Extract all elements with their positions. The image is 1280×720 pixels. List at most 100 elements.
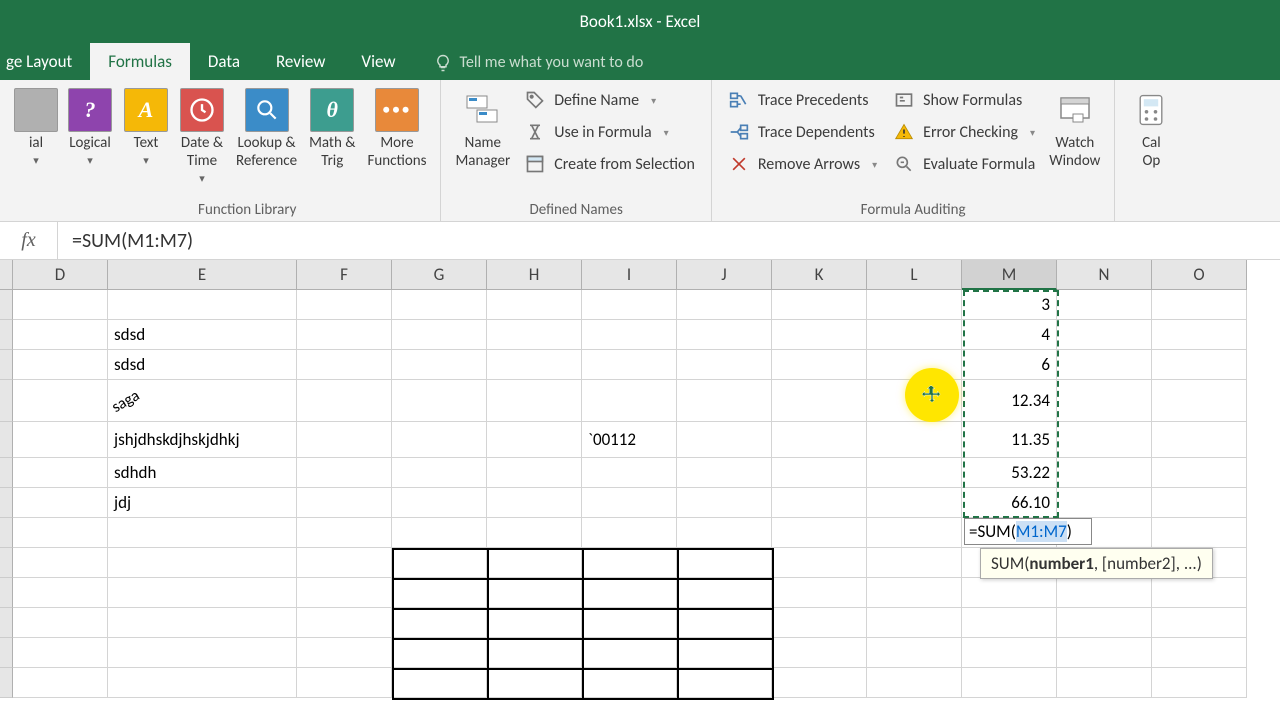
cell[interactable] <box>1057 422 1152 458</box>
cell[interactable] <box>297 548 392 578</box>
cell[interactable] <box>772 290 867 320</box>
cell[interactable] <box>677 380 772 422</box>
bordered-cell-range[interactable] <box>392 548 774 700</box>
text-button[interactable]: A Text ▾ <box>120 86 172 169</box>
cell[interactable] <box>772 350 867 380</box>
cell[interactable] <box>13 290 108 320</box>
cell[interactable] <box>1152 290 1247 320</box>
cell[interactable] <box>1152 350 1247 380</box>
calculation-options-button[interactable]: Cal Op <box>1125 86 1177 172</box>
cell[interactable] <box>297 488 392 518</box>
trace-precedents-button[interactable]: Trace Precedents <box>722 86 883 114</box>
cell[interactable] <box>677 422 772 458</box>
cell-I5[interactable]: `00112 <box>582 422 677 458</box>
lookup-reference-button[interactable]: Lookup & Reference <box>232 86 301 172</box>
cell[interactable] <box>487 518 582 548</box>
cell[interactable] <box>108 290 297 320</box>
cell[interactable] <box>1057 320 1152 350</box>
cell[interactable] <box>962 578 1057 608</box>
cell[interactable] <box>392 320 487 350</box>
cell-M2[interactable]: 4 <box>962 320 1057 350</box>
cell[interactable] <box>867 422 962 458</box>
col-header-M[interactable]: M <box>962 260 1057 290</box>
cell[interactable] <box>772 578 867 608</box>
cell[interactable] <box>13 422 108 458</box>
cell[interactable] <box>772 608 867 638</box>
cell[interactable] <box>108 608 297 638</box>
cell[interactable] <box>297 380 392 422</box>
remove-arrows-button[interactable]: Remove Arrows ▾ <box>722 150 883 178</box>
cell-E2[interactable]: sdsd <box>108 320 297 350</box>
cell[interactable] <box>867 668 962 698</box>
cell[interactable] <box>392 518 487 548</box>
formula-input[interactable] <box>58 222 1280 259</box>
cell[interactable] <box>772 320 867 350</box>
cell[interactable] <box>13 320 108 350</box>
cell[interactable] <box>867 290 962 320</box>
cell[interactable] <box>13 638 108 668</box>
cell[interactable] <box>867 488 962 518</box>
cell[interactable] <box>1152 320 1247 350</box>
cell[interactable] <box>13 488 108 518</box>
cell[interactable] <box>487 290 582 320</box>
cell[interactable] <box>867 320 962 350</box>
col-header-F[interactable]: F <box>297 260 392 290</box>
spreadsheet-grid[interactable]: D E F G H I J K L M N O 3 sdsd <box>0 260 1280 720</box>
col-header-G[interactable]: G <box>392 260 487 290</box>
cell-M5[interactable]: 11.35 <box>962 422 1057 458</box>
define-name-button[interactable]: Define Name ▾ <box>518 86 701 114</box>
cell[interactable] <box>962 638 1057 668</box>
cell[interactable] <box>1057 350 1152 380</box>
name-manager-button[interactable]: Name Manager <box>451 86 514 172</box>
cell[interactable] <box>1152 380 1247 422</box>
cell[interactable] <box>13 548 108 578</box>
cell[interactable] <box>582 320 677 350</box>
cell[interactable] <box>1152 518 1247 548</box>
cell[interactable] <box>582 488 677 518</box>
col-header-H[interactable]: H <box>487 260 582 290</box>
cell[interactable] <box>677 350 772 380</box>
cell[interactable] <box>1057 638 1152 668</box>
cell[interactable] <box>582 290 677 320</box>
cell[interactable] <box>392 488 487 518</box>
cell[interactable] <box>867 578 962 608</box>
cell-E3[interactable]: sdsd <box>108 350 297 380</box>
cell[interactable] <box>392 290 487 320</box>
tab-formulas[interactable]: Formulas <box>90 43 190 80</box>
cell[interactable] <box>297 350 392 380</box>
cell[interactable] <box>772 668 867 698</box>
cell[interactable] <box>677 458 772 488</box>
cell[interactable] <box>867 518 962 548</box>
cell[interactable] <box>487 320 582 350</box>
cell[interactable] <box>1057 668 1152 698</box>
math-trig-button[interactable]: θ Math & Trig <box>305 86 359 172</box>
col-header-O[interactable]: O <box>1152 260 1247 290</box>
logical-button[interactable]: ? Logical ▾ <box>64 86 116 169</box>
cell-E5[interactable]: jshjdhskdjhskjdhkj <box>108 422 297 458</box>
cell[interactable] <box>13 380 108 422</box>
cell[interactable] <box>297 458 392 488</box>
cell[interactable] <box>772 380 867 422</box>
cell[interactable] <box>297 668 392 698</box>
cell-M4[interactable]: 12.34 <box>962 380 1057 422</box>
cell[interactable] <box>867 458 962 488</box>
cell[interactable] <box>582 350 677 380</box>
cell[interactable] <box>867 548 962 578</box>
cell[interactable] <box>1057 578 1152 608</box>
cell[interactable] <box>1057 608 1152 638</box>
cell[interactable] <box>297 320 392 350</box>
cell[interactable] <box>297 422 392 458</box>
cell[interactable] <box>867 608 962 638</box>
cell-E6[interactable]: sdhdh <box>108 458 297 488</box>
date-time-button[interactable]: Date & Time ▾ <box>176 86 228 187</box>
cell[interactable] <box>487 350 582 380</box>
cell[interactable] <box>772 488 867 518</box>
cell[interactable] <box>1152 608 1247 638</box>
cell-M6[interactable]: 53.22 <box>962 458 1057 488</box>
cell[interactable] <box>772 422 867 458</box>
more-functions-button[interactable]: ••• More Functions <box>363 86 430 172</box>
cell[interactable] <box>1057 380 1152 422</box>
financial-button-partial[interactable]: ial ▾ <box>10 86 62 169</box>
error-checking-button[interactable]: Error Checking ▾ <box>887 118 1041 146</box>
tab-view[interactable]: View <box>343 43 413 80</box>
